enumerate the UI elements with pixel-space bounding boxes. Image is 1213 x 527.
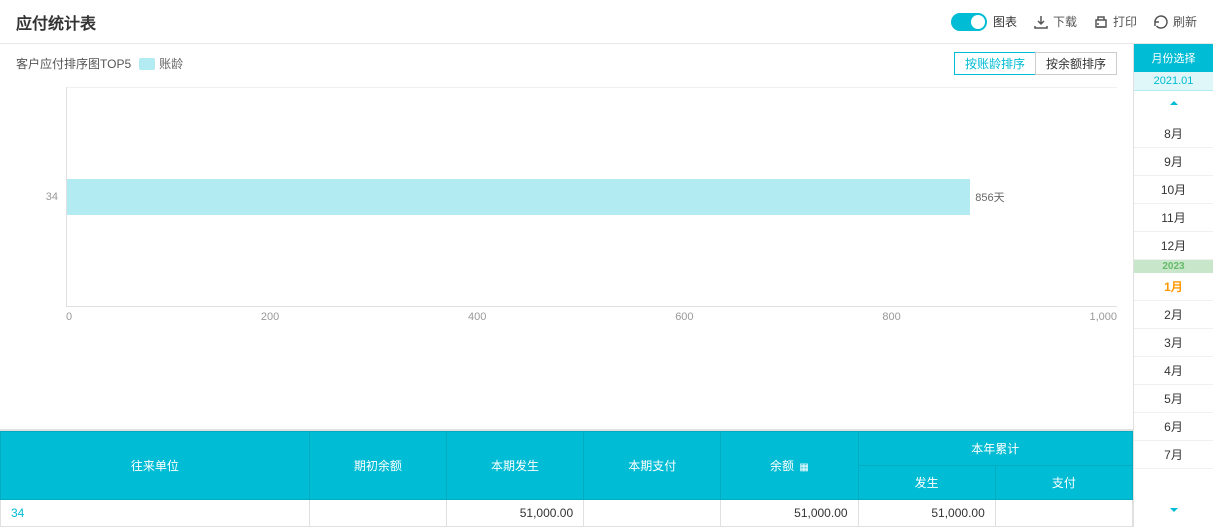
month-item-5[interactable]: 5月 xyxy=(1134,385,1213,413)
x-label-0: 0 xyxy=(66,311,72,323)
scroll-up-button[interactable] xyxy=(1134,91,1213,120)
sort-by-balance-button[interactable]: 按余额排序 xyxy=(1035,52,1117,75)
col-payment-header: 本期支付 xyxy=(584,432,721,500)
sidebar-header: 月份选择 xyxy=(1134,44,1213,72)
chart-bar xyxy=(67,179,970,215)
refresh-icon xyxy=(1153,14,1169,30)
legend-title: 客户应付排序图TOP5 xyxy=(16,55,131,72)
header-actions: 图表 下载 打印 刷新 xyxy=(951,13,1197,31)
chevron-down-icon xyxy=(1166,502,1182,518)
x-label-200: 200 xyxy=(261,311,279,323)
chart-header: 客户应付排序图TOP5 账龄 按账龄排序 按余额排序 xyxy=(0,44,1133,79)
chart-toggle-wrapper[interactable]: 图表 xyxy=(951,13,1017,31)
unit-link[interactable]: 34 xyxy=(11,506,24,520)
x-label-1000: 1,000 xyxy=(1089,311,1117,323)
chart-toggle[interactable] xyxy=(951,13,987,31)
col-annual-occur-header: 发生 xyxy=(858,466,995,500)
month-item-7[interactable]: 7月 xyxy=(1134,441,1213,469)
y-axis-label: 34 xyxy=(46,191,58,203)
data-table-section: 往来单位 期初余额 本期发生 本期支付 余额 ▦ 本年累计 发生 xyxy=(0,429,1133,527)
download-label: 下载 xyxy=(1053,13,1077,30)
x-label-600: 600 xyxy=(675,311,693,323)
refresh-button[interactable]: 刷新 xyxy=(1153,13,1197,30)
bar-value-label: 856天 xyxy=(975,189,1004,205)
month-item-12[interactable]: 12月 xyxy=(1134,232,1213,260)
col-annual-header: 本年累计 xyxy=(858,432,1132,466)
legend-item-label: 账龄 xyxy=(159,55,183,72)
cell-current: 51,000.00 xyxy=(446,500,583,527)
chevron-up-icon xyxy=(1166,95,1182,111)
print-button[interactable]: 打印 xyxy=(1093,13,1137,30)
month-item-10[interactable]: 10月 xyxy=(1134,176,1213,204)
month-item-8[interactable]: 8月 xyxy=(1134,120,1213,148)
print-icon xyxy=(1093,14,1109,30)
chart-legend: 客户应付排序图TOP5 账龄 xyxy=(16,55,183,72)
col-annual-pay-header: 支付 xyxy=(995,466,1132,500)
table-row: 34 51,000.00 51,000.00 51,000.00 xyxy=(1,500,1133,527)
cell-annual-pay xyxy=(995,500,1132,527)
month-item-4[interactable]: 4月 xyxy=(1134,357,1213,385)
col-current-header: 本期发生 xyxy=(446,432,583,500)
sort-by-age-button[interactable]: 按账龄排序 xyxy=(954,52,1035,75)
year-marker-2023: 2023 xyxy=(1134,260,1213,273)
chart-container: 34 856天 0 200 400 xyxy=(0,79,1133,429)
cell-unit: 34 xyxy=(1,500,310,527)
refresh-label: 刷新 xyxy=(1173,13,1197,30)
month-item-1[interactable]: 1月 xyxy=(1134,273,1213,301)
col-balance-header: 余额 ▦ xyxy=(721,432,858,500)
month-item-6[interactable]: 6月 xyxy=(1134,413,1213,441)
x-label-800: 800 xyxy=(882,311,900,323)
current-year-display[interactable]: 2021.01 xyxy=(1134,72,1213,91)
legend-item: 账龄 xyxy=(139,55,183,72)
download-button[interactable]: 下载 xyxy=(1033,13,1077,30)
legend-color-box xyxy=(139,58,155,70)
month-item-11[interactable]: 11月 xyxy=(1134,204,1213,232)
sort-buttons: 按账龄排序 按余额排序 xyxy=(954,52,1117,75)
cell-annual-occur: 51,000.00 xyxy=(858,500,995,527)
month-sidebar: 月份选择 2021.01 8月 9月 10月 11月 12月 2023 xyxy=(1133,44,1213,527)
cell-balance: 51,000.00 xyxy=(721,500,858,527)
scroll-down-button[interactable] xyxy=(1134,498,1213,527)
data-table: 往来单位 期初余额 本期发生 本期支付 余额 ▦ 本年累计 发生 xyxy=(0,431,1133,527)
col-opening-header: 期初余额 xyxy=(309,432,446,500)
month-item-3[interactable]: 3月 xyxy=(1134,329,1213,357)
month-item-9[interactable]: 9月 xyxy=(1134,148,1213,176)
x-label-400: 400 xyxy=(468,311,486,323)
col-unit-header: 往来单位 xyxy=(1,432,310,500)
cell-opening xyxy=(309,500,446,527)
download-icon xyxy=(1033,14,1049,30)
page-title: 应付统计表 xyxy=(16,10,96,34)
month-item-2[interactable]: 2月 xyxy=(1134,301,1213,329)
month-list: 8月 9月 10月 11月 12月 2023 1月 2月 3月 4月 5月 6月… xyxy=(1134,120,1213,498)
print-label: 打印 xyxy=(1113,13,1137,30)
toggle-label: 图表 xyxy=(993,13,1017,30)
cell-payment xyxy=(584,500,721,527)
